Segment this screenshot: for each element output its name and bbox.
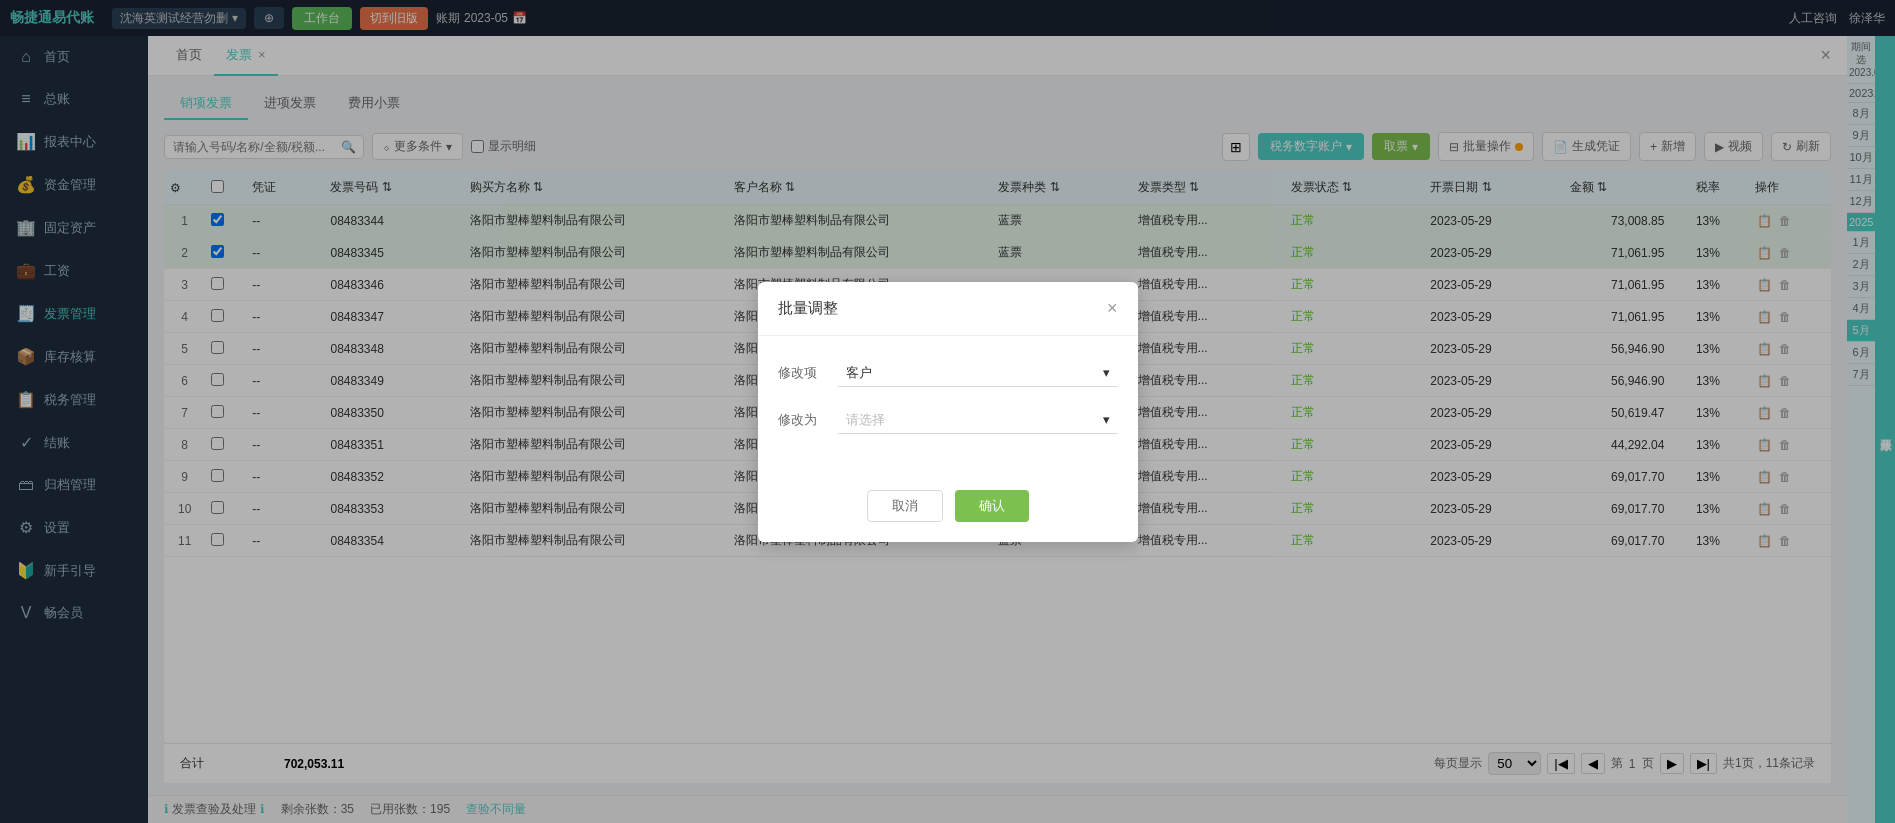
modal-body: 修改项 客户 ▾ 修改为 请选择 ▾ <box>758 336 1138 478</box>
modal-header: 批量调整 × <box>758 282 1138 336</box>
modal-title: 批量调整 <box>778 299 838 318</box>
cancel-btn[interactable]: 取消 <box>867 490 943 522</box>
modal-footer: 取消 确认 <box>758 478 1138 542</box>
modal-overlay: 批量调整 × 修改项 客户 ▾ 修改为 请选择 ▾ 取消 确认 <box>0 0 1895 823</box>
batch-adjust-modal: 批量调整 × 修改项 客户 ▾ 修改为 请选择 ▾ 取消 确认 <box>758 282 1138 542</box>
chevron-down-icon: ▾ <box>1103 365 1110 380</box>
chevron-down-icon: ▾ <box>1103 412 1110 427</box>
form-row-field: 修改项 客户 ▾ <box>778 360 1118 387</box>
modal-close-btn[interactable]: × <box>1107 298 1118 319</box>
form-row-change: 修改为 请选择 ▾ <box>778 407 1118 434</box>
change-label: 修改为 <box>778 411 838 429</box>
field-select[interactable]: 客户 ▾ <box>838 360 1118 387</box>
confirm-btn[interactable]: 确认 <box>955 490 1029 522</box>
field-label: 修改项 <box>778 364 838 382</box>
change-select[interactable]: 请选择 ▾ <box>838 407 1118 434</box>
